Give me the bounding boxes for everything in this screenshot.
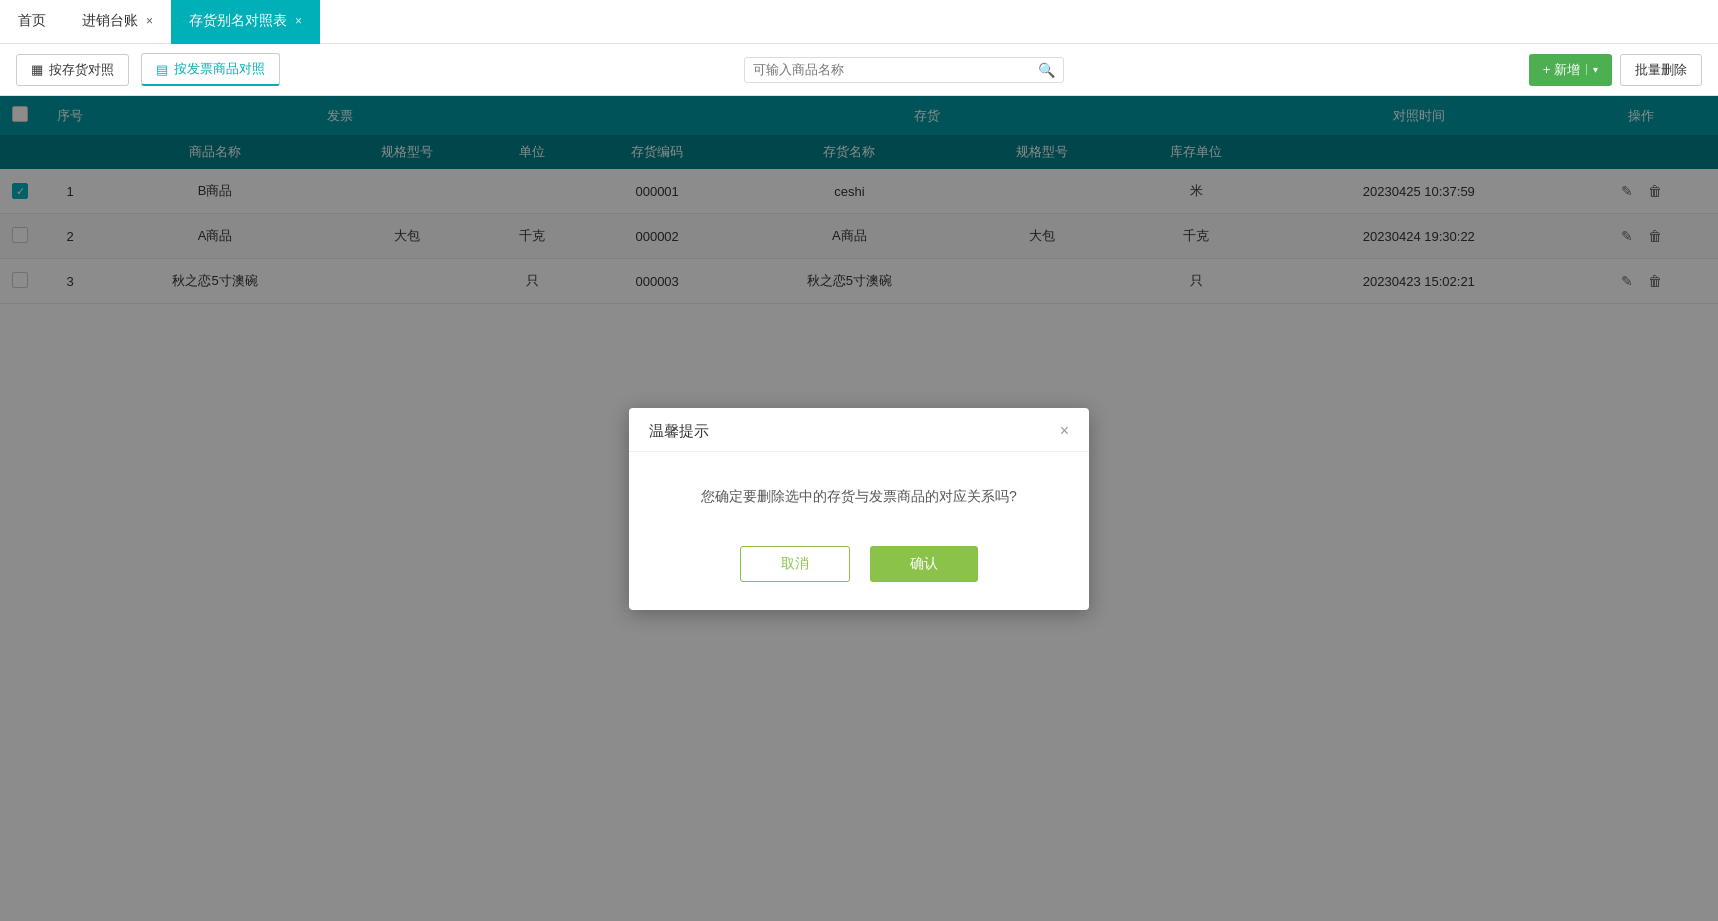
btn-by-invoice[interactable]: ▤ 按发票商品对照 <box>141 53 280 86</box>
dialog-body: 您确定要删除选中的存货与发票商品的对应关系吗? <box>629 452 1089 536</box>
right-buttons: + 新增 ▾ 批量删除 <box>1529 54 1702 86</box>
tab-ledger-label: 进销台账 <box>82 12 138 30</box>
inventory-icon: ▦ <box>31 62 43 77</box>
main-content: 序号 发票 存货 对照时间 操作 商品名称 规格型号 单位 存货编码 存货名称 … <box>0 96 1718 921</box>
dropdown-arrow-icon: ▾ <box>1586 64 1598 75</box>
btn-by-inventory-label: 按存货对照 <box>49 61 114 79</box>
dialog-header: 温馨提示 × <box>629 408 1089 452</box>
dialog-footer: 取消 确认 <box>629 536 1089 610</box>
tab-inventory-close[interactable]: × <box>295 14 302 28</box>
tab-ledger-close[interactable]: × <box>146 14 153 28</box>
batch-delete-label: 批量删除 <box>1635 61 1687 79</box>
tab-home-label: 首页 <box>18 12 46 30</box>
toolbar: ▦ 按存货对照 ▤ 按发票商品对照 🔍 + 新增 ▾ 批量删除 <box>0 44 1718 96</box>
add-button[interactable]: + 新增 ▾ <box>1529 54 1612 86</box>
search-icon: 🔍 <box>1038 62 1055 78</box>
tab-inventory-label: 存货别名对照表 <box>189 12 287 30</box>
dialog-close-button[interactable]: × <box>1060 423 1069 439</box>
btn-by-invoice-label: 按发票商品对照 <box>174 60 265 78</box>
confirm-button[interactable]: 确认 <box>870 546 978 582</box>
invoice-icon: ▤ <box>156 62 168 77</box>
dialog: 温馨提示 × 您确定要删除选中的存货与发票商品的对应关系吗? 取消 确认 <box>629 408 1089 610</box>
modal-overlay: 温馨提示 × 您确定要删除选中的存货与发票商品的对应关系吗? 取消 确认 <box>0 96 1718 921</box>
search-input[interactable] <box>753 62 1038 77</box>
dialog-title: 温馨提示 <box>649 422 709 441</box>
top-nav: 首页 进销台账 × 存货别名对照表 × <box>0 0 1718 44</box>
search-box: 🔍 <box>744 57 1064 83</box>
add-button-label: + 新增 <box>1543 61 1580 79</box>
tab-home[interactable]: 首页 <box>0 0 64 44</box>
cancel-button[interactable]: 取消 <box>740 546 850 582</box>
tab-inventory[interactable]: 存货别名对照表 × <box>171 0 320 44</box>
dialog-message: 您确定要删除选中的存货与发票商品的对应关系吗? <box>701 488 1017 504</box>
btn-by-inventory[interactable]: ▦ 按存货对照 <box>16 54 129 86</box>
tab-ledger[interactable]: 进销台账 × <box>64 0 171 44</box>
batch-delete-button[interactable]: 批量删除 <box>1620 54 1702 86</box>
